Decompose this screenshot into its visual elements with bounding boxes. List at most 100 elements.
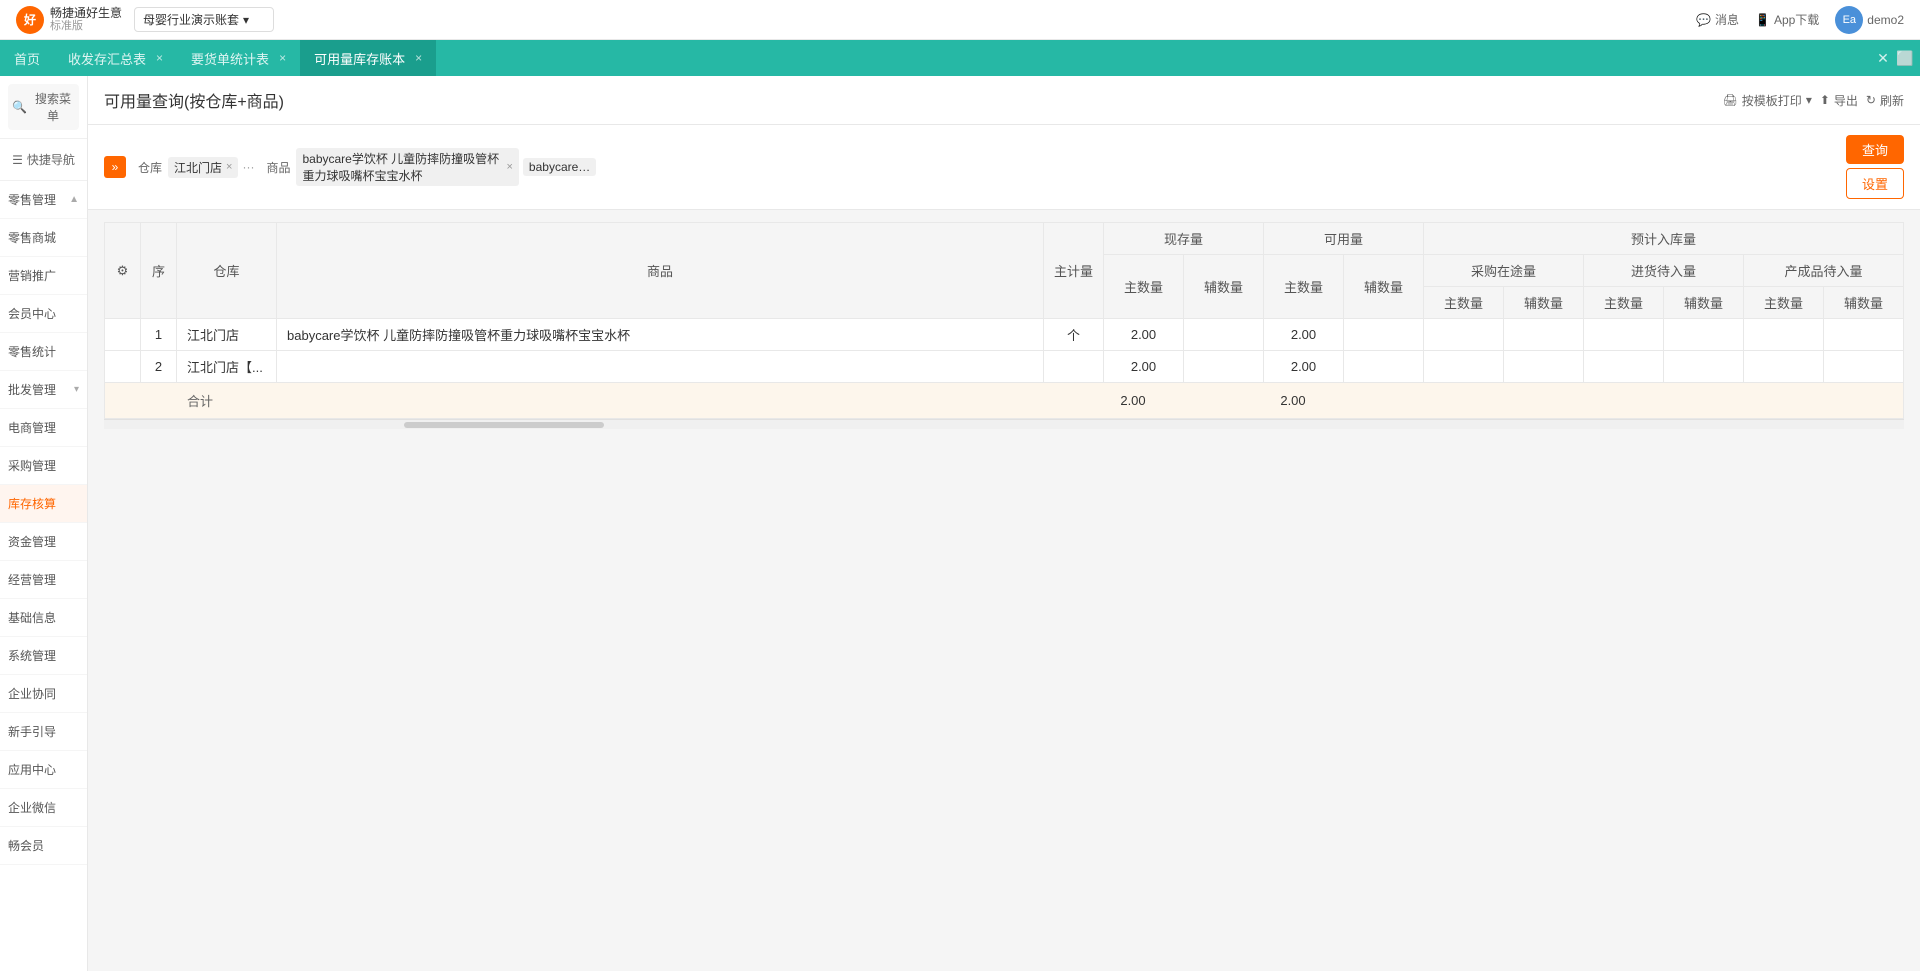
footer-available-main: 2.00 xyxy=(1253,393,1333,408)
tab-available-stock[interactable]: 可用量库存账本 × xyxy=(300,40,436,76)
sidebar-item-basic-info[interactable]: 基础信息 xyxy=(0,599,87,637)
logo-text: 畅捷通好生意 标准版 xyxy=(50,6,122,34)
horizontal-scrollbar[interactable] xyxy=(104,419,1904,429)
warehouse-tag: 江北门店 × xyxy=(168,157,238,178)
window-controls: ✕ ⬜ xyxy=(1868,40,1920,76)
sidebar-item-enterprise-wechat[interactable]: 企业微信 xyxy=(0,789,87,827)
message-action[interactable]: 💬 消息 xyxy=(1696,11,1739,28)
message-icon: 💬 xyxy=(1696,13,1711,27)
sidebar-item-finance[interactable]: 资金管理 xyxy=(0,523,87,561)
user-profile[interactable]: Ea demo2 xyxy=(1835,6,1904,34)
row1-inbound-main xyxy=(1584,319,1664,351)
row1-warehouse: 江北门店 xyxy=(177,319,277,351)
th-planned-inbound: 预计入库量 xyxy=(1424,223,1904,255)
row2-available-main: 2.00 xyxy=(1264,351,1344,383)
row1-unit: 个 xyxy=(1043,319,1103,351)
sidebar-item-vip[interactable]: 畅会员 xyxy=(0,827,87,865)
sidebar-item-retail-mall[interactable]: 零售商城 xyxy=(0,219,87,257)
sidebar-item-ecommerce[interactable]: 电商管理 xyxy=(0,409,87,447)
th-purchase-sub: 辅数量 xyxy=(1504,287,1584,319)
th-purchase-main: 主数量 xyxy=(1424,287,1504,319)
row2-inbound-main xyxy=(1584,351,1664,383)
product-tag-2: babycare… xyxy=(523,158,596,176)
row1-purchase-sub xyxy=(1504,319,1584,351)
sidebar-item-wholesale[interactable]: 批发管理 ▾ xyxy=(0,371,87,409)
printer-icon: 🖨 xyxy=(1723,93,1738,107)
row1-current-main: 2.00 xyxy=(1104,319,1184,351)
row2-available-sub xyxy=(1344,351,1424,383)
sidebar-item-retail-stats[interactable]: 零售统计 xyxy=(0,333,87,371)
th-settings: ⚙ xyxy=(105,223,141,319)
tab-bar: 首页 收发存汇总表 × 要货单统计表 × 可用量库存账本 × ✕ ⬜ xyxy=(0,40,1920,76)
row2-product xyxy=(277,351,1044,383)
data-table: ⚙ 序 仓库 商品 主计量 现存量 可用量 预计入库量 主数量 辅数量 主数量 xyxy=(104,222,1904,383)
chevron-up-icon: ▲ xyxy=(69,194,79,205)
tab-close-order[interactable]: × xyxy=(279,51,286,65)
row1-no: 1 xyxy=(141,319,177,351)
print-button[interactable]: 🖨 按模板打印 ▾ xyxy=(1723,92,1812,109)
product-tag-1: babycare学饮杯 儿童防摔防撞吸管杯重力球吸嘴杯宝宝水杯 × xyxy=(296,148,518,186)
logo-area: 好 畅捷通好生意 标准版 xyxy=(16,6,122,34)
top-bar: 好 畅捷通好生意 标准版 母婴行业演示账套 ▾ 💬 消息 📱 App下载 Ea … xyxy=(0,0,1920,40)
tab-close-receipt[interactable]: × xyxy=(156,51,163,65)
app-download-action[interactable]: 📱 App下载 xyxy=(1755,11,1819,28)
settings-button[interactable]: 设置 xyxy=(1846,168,1904,199)
th-inbound-main: 主数量 xyxy=(1584,287,1664,319)
th-unit: 主计量 xyxy=(1043,223,1103,319)
chevron-down-icon: ▾ xyxy=(1806,93,1812,107)
tab-receipt-summary[interactable]: 收发存汇总表 × xyxy=(54,40,177,76)
quick-nav-button[interactable]: ☰ 快捷导航 xyxy=(8,147,79,172)
sidebar-item-marketing[interactable]: 营销推广 xyxy=(0,257,87,295)
th-product: 商品 xyxy=(277,223,1044,319)
sidebar-item-inventory[interactable]: 库存核算 xyxy=(0,485,87,523)
sidebar-item-system[interactable]: 系统管理 xyxy=(0,637,87,675)
refresh-button[interactable]: ↻ 刷新 xyxy=(1866,92,1904,109)
row1-product: babycare学饮杯 儿童防摔防撞吸管杯重力球吸嘴杯宝宝水杯 xyxy=(277,319,1044,351)
row2-inbound-sub xyxy=(1664,351,1744,383)
avatar: Ea xyxy=(1835,6,1863,34)
filter-toggle-button[interactable]: » xyxy=(104,156,126,178)
table-container: ⚙ 序 仓库 商品 主计量 现存量 可用量 预计入库量 主数量 辅数量 主数量 xyxy=(88,210,1920,971)
sidebar-item-retail-mgmt[interactable]: 零售管理 ▲ xyxy=(0,181,87,219)
tag-close-warehouse[interactable]: × xyxy=(226,161,232,173)
sidebar-search-area: 🔍 搜索菜单 xyxy=(0,76,87,139)
row2-current-main: 2.00 xyxy=(1104,351,1184,383)
row1-inbound-sub xyxy=(1664,319,1744,351)
row1-current-sub xyxy=(1184,319,1264,351)
row2-production-main xyxy=(1744,351,1824,383)
tab-home[interactable]: 首页 xyxy=(0,40,54,76)
row2-production-sub xyxy=(1824,351,1904,383)
th-no: 序 xyxy=(141,223,177,319)
close-window-icon[interactable]: ✕ xyxy=(1876,51,1890,65)
top-bar-right: 💬 消息 📱 App下载 Ea demo2 xyxy=(1696,6,1904,34)
th-purchase-transit: 采购在途量 xyxy=(1424,255,1584,287)
sidebar-item-operation[interactable]: 经营管理 xyxy=(0,561,87,599)
sidebar-item-member[interactable]: 会员中心 xyxy=(0,295,87,333)
product-tags: babycare学饮杯 儿童防摔防撞吸管杯重力球吸嘴杯宝宝水杯 × babyca… xyxy=(296,148,596,186)
filter-more-icon[interactable]: ··· xyxy=(242,160,254,174)
th-production-pending: 产成品待入量 xyxy=(1744,255,1904,287)
tab-close-available[interactable]: × xyxy=(415,51,422,65)
row2-purchase-main xyxy=(1424,351,1504,383)
search-menu-button[interactable]: 🔍 搜索菜单 xyxy=(8,84,79,130)
product-filter: 商品 babycare学饮杯 儿童防摔防撞吸管杯重力球吸嘴杯宝宝水杯 × bab… xyxy=(266,148,596,186)
sidebar-item-enterprise[interactable]: 企业协同 xyxy=(0,675,87,713)
th-available: 可用量 xyxy=(1264,223,1424,255)
tab-order-stats[interactable]: 要货单统计表 × xyxy=(177,40,300,76)
export-button[interactable]: ⬆ 导出 xyxy=(1820,92,1858,109)
store-selector[interactable]: 母婴行业演示账套 ▾ xyxy=(134,7,274,32)
row1-production-main xyxy=(1744,319,1824,351)
sidebar-item-purchase[interactable]: 采购管理 xyxy=(0,447,87,485)
sidebar-item-new-guide[interactable]: 新手引导 xyxy=(0,713,87,751)
maximize-icon[interactable]: ⬜ xyxy=(1898,51,1912,65)
sidebar-item-app-center[interactable]: 应用中心 xyxy=(0,751,87,789)
tag-close-product-1[interactable]: × xyxy=(506,161,512,173)
query-button[interactable]: 查询 xyxy=(1846,135,1904,164)
row1-settings xyxy=(105,319,141,351)
chevron-down-icon: ▾ xyxy=(243,13,249,27)
settings-gear-icon[interactable]: ⚙ xyxy=(117,263,129,278)
row2-purchase-sub xyxy=(1504,351,1584,383)
row1-purchase-main xyxy=(1424,319,1504,351)
row1-available-sub xyxy=(1344,319,1424,351)
filter-actions: 查询 设置 xyxy=(1846,135,1904,199)
